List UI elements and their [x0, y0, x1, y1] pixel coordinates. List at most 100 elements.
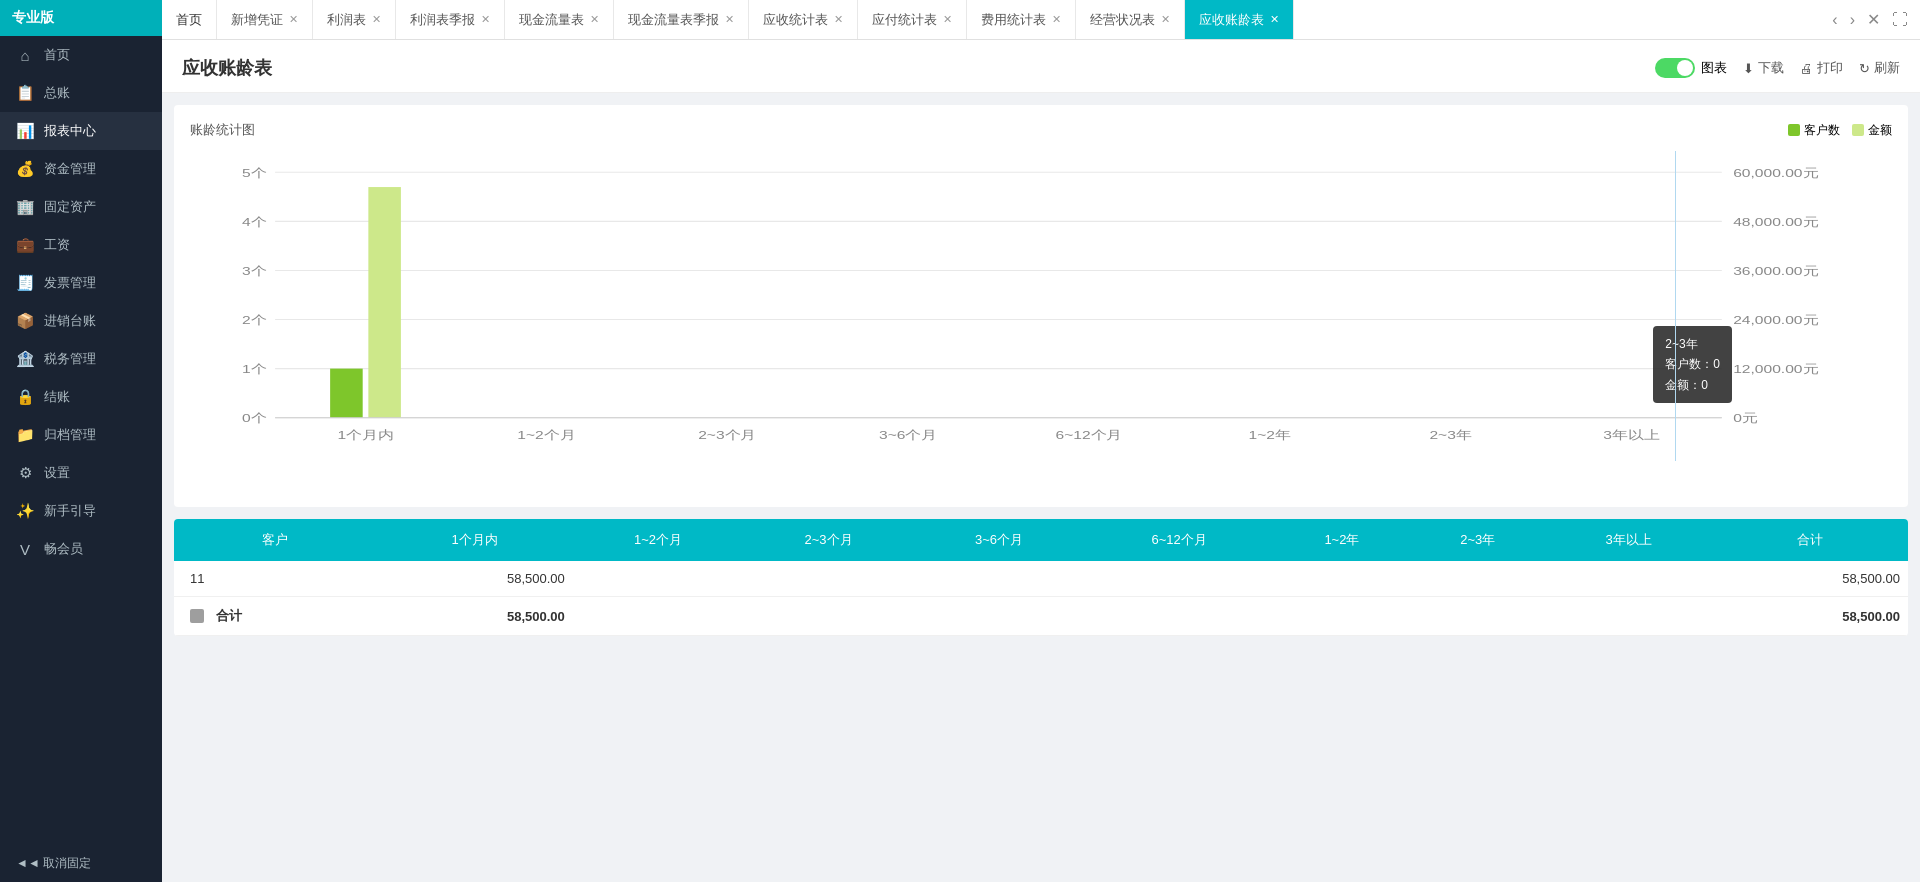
- sidebar-item-funds[interactable]: 💰资金管理: [0, 150, 162, 188]
- tab-cashflow[interactable]: 现金流量表✕: [505, 0, 614, 39]
- svg-text:48,000.00元: 48,000.00元: [1733, 215, 1818, 228]
- download-icon: ⬇: [1743, 61, 1754, 76]
- tab-close-ar-age[interactable]: ✕: [1270, 13, 1279, 26]
- tab-voucher[interactable]: 新增凭证✕: [217, 0, 313, 39]
- chart-toggle[interactable]: [1655, 58, 1695, 78]
- funds-icon: 💰: [16, 160, 34, 178]
- tab-cashflow-q[interactable]: 现金流量表季报✕: [614, 0, 749, 39]
- chart-container: 0个0元1个12,000.00元2个24,000.00元3个36,000.00元…: [190, 151, 1892, 491]
- tab-profit[interactable]: 利润表✕: [313, 0, 396, 39]
- chart-toggle-label: 图表: [1701, 59, 1727, 77]
- tab-ap-stat[interactable]: 应付统计表✕: [858, 0, 967, 39]
- sidebar-item-home[interactable]: ⌂首页: [0, 36, 162, 74]
- svg-text:3~6个月: 3~6个月: [879, 429, 937, 442]
- total-icon: [190, 609, 204, 623]
- table-header-2~3个月: 2~3个月: [743, 519, 913, 561]
- sidebar-item-archive[interactable]: 📁归档管理: [0, 416, 162, 454]
- tab-close-profit-q[interactable]: ✕: [481, 13, 490, 26]
- sidebar-item-tax[interactable]: 🏦税务管理: [0, 340, 162, 378]
- table-header-1个月内: 1个月内: [376, 519, 573, 561]
- tab-ar-age[interactable]: 应收账龄表✕: [1185, 0, 1294, 39]
- table-header-合计: 合计: [1711, 519, 1908, 561]
- svg-text:1个: 1个: [242, 363, 267, 376]
- svg-text:36,000.00元: 36,000.00元: [1733, 265, 1818, 278]
- sidebar-item-reports[interactable]: 📊报表中心: [0, 112, 162, 150]
- settings-icon: ⚙: [16, 464, 34, 482]
- table-row: 1158,500.0058,500.00: [174, 561, 1908, 597]
- tab-close-operation[interactable]: ✕: [1161, 13, 1170, 26]
- sidebar-item-guide[interactable]: ✨新手引导: [0, 492, 162, 530]
- sidebar-logo: 专业版: [0, 0, 162, 36]
- sidebar-item-close[interactable]: 🔒结账: [0, 378, 162, 416]
- sidebar-item-assets[interactable]: 🏢固定资产: [0, 188, 162, 226]
- tab-nav: ‹ › ✕ ⛶: [1820, 8, 1920, 31]
- svg-text:1~2年: 1~2年: [1249, 429, 1291, 442]
- svg-rect-18: [330, 369, 363, 418]
- tab-operation[interactable]: 经营状况表✕: [1076, 0, 1185, 39]
- svg-text:3年以上: 3年以上: [1603, 429, 1659, 442]
- tab-home[interactable]: 首页: [162, 0, 217, 39]
- data-table: 客户1个月内1~2个月2~3个月3~6个月6~12个月1~2年2~3年3年以上合…: [174, 519, 1908, 636]
- tab-close-ar-stat[interactable]: ✕: [834, 13, 843, 26]
- table-total-row: 合计58,500.0058,500.00: [174, 597, 1908, 636]
- print-icon: 🖨: [1800, 61, 1813, 76]
- table-header-2~3年: 2~3年: [1410, 519, 1546, 561]
- tab-close-ap-stat[interactable]: ✕: [943, 13, 952, 26]
- tab-close-cashflow-q[interactable]: ✕: [725, 13, 734, 26]
- sidebar-item-settings[interactable]: ⚙设置: [0, 454, 162, 492]
- chart-header: 账龄统计图 客户数金额: [190, 121, 1892, 139]
- tab-bar: 首页新增凭证✕利润表✕利润表季报✕现金流量表✕现金流量表季报✕应收统计表✕应付统…: [162, 0, 1920, 40]
- page-content: 应收账龄表 图表 ⬇ 下载 🖨 打印 ↻ 刷新: [162, 40, 1920, 882]
- svg-text:0元: 0元: [1733, 412, 1758, 425]
- svg-text:0个: 0个: [242, 412, 267, 425]
- table-section: 客户1个月内1~2个月2~3个月3~6个月6~12个月1~2年2~3年3年以上合…: [174, 519, 1908, 636]
- legend-dot-customers: [1788, 124, 1800, 136]
- archive-icon: 📁: [16, 426, 34, 444]
- table-header-1~2个月: 1~2个月: [573, 519, 743, 561]
- table-header-6~12个月: 6~12个月: [1084, 519, 1274, 561]
- ledger-icon: 📋: [16, 84, 34, 102]
- svg-text:12,000.00元: 12,000.00元: [1733, 363, 1818, 376]
- tab-close-profit[interactable]: ✕: [372, 13, 381, 26]
- svg-text:2~3个月: 2~3个月: [698, 429, 756, 442]
- tab-expense[interactable]: 费用统计表✕: [967, 0, 1076, 39]
- sidebar-footer[interactable]: ◄◄ 取消固定: [0, 845, 162, 882]
- tab-next-icon[interactable]: ›: [1846, 9, 1859, 31]
- tab-close-cashflow[interactable]: ✕: [590, 13, 599, 26]
- svg-text:4个: 4个: [242, 215, 267, 228]
- refresh-button[interactable]: ↻ 刷新: [1859, 59, 1900, 77]
- chart-title: 账龄统计图: [190, 121, 255, 139]
- invoice-icon: 🧾: [16, 274, 34, 292]
- legend-customers: 客户数: [1788, 122, 1840, 139]
- sidebar-item-payroll[interactable]: 💼工资: [0, 226, 162, 264]
- svg-text:1~2个月: 1~2个月: [517, 429, 575, 442]
- table-header-1~2年: 1~2年: [1274, 519, 1410, 561]
- tab-close-icon[interactable]: ✕: [1863, 8, 1884, 31]
- tax-icon: 🏦: [16, 350, 34, 368]
- print-button[interactable]: 🖨 打印: [1800, 59, 1843, 77]
- table-header-3~6个月: 3~6个月: [914, 519, 1084, 561]
- legend-amount: 金额: [1852, 122, 1892, 139]
- page-actions: 图表 ⬇ 下载 🖨 打印 ↻ 刷新: [1655, 58, 1900, 78]
- inventory-icon: 📦: [16, 312, 34, 330]
- svg-text:2个: 2个: [242, 314, 267, 327]
- close-icon: 🔒: [16, 388, 34, 406]
- sidebar-item-ledger[interactable]: 📋总账: [0, 74, 162, 112]
- tab-prev-icon[interactable]: ‹: [1828, 9, 1841, 31]
- tab-expand-icon[interactable]: ⛶: [1888, 9, 1912, 31]
- sidebar-item-inventory[interactable]: 📦进销台账: [0, 302, 162, 340]
- chart-toggle-group: 图表: [1655, 58, 1727, 78]
- guide-icon: ✨: [16, 502, 34, 520]
- assets-icon: 🏢: [16, 198, 34, 216]
- download-button[interactable]: ⬇ 下载: [1743, 59, 1784, 77]
- sidebar-item-vip[interactable]: V畅会员: [0, 530, 162, 568]
- tab-profit-q[interactable]: 利润表季报✕: [396, 0, 505, 39]
- chart-legend: 客户数金额: [1788, 122, 1892, 139]
- svg-rect-19: [368, 187, 401, 418]
- tab-close-expense[interactable]: ✕: [1052, 13, 1061, 26]
- svg-text:3个: 3个: [242, 265, 267, 278]
- svg-text:1个月内: 1个月内: [337, 429, 393, 442]
- tab-close-voucher[interactable]: ✕: [289, 13, 298, 26]
- tab-ar-stat[interactable]: 应收统计表✕: [749, 0, 858, 39]
- sidebar-item-invoice[interactable]: 🧾发票管理: [0, 264, 162, 302]
